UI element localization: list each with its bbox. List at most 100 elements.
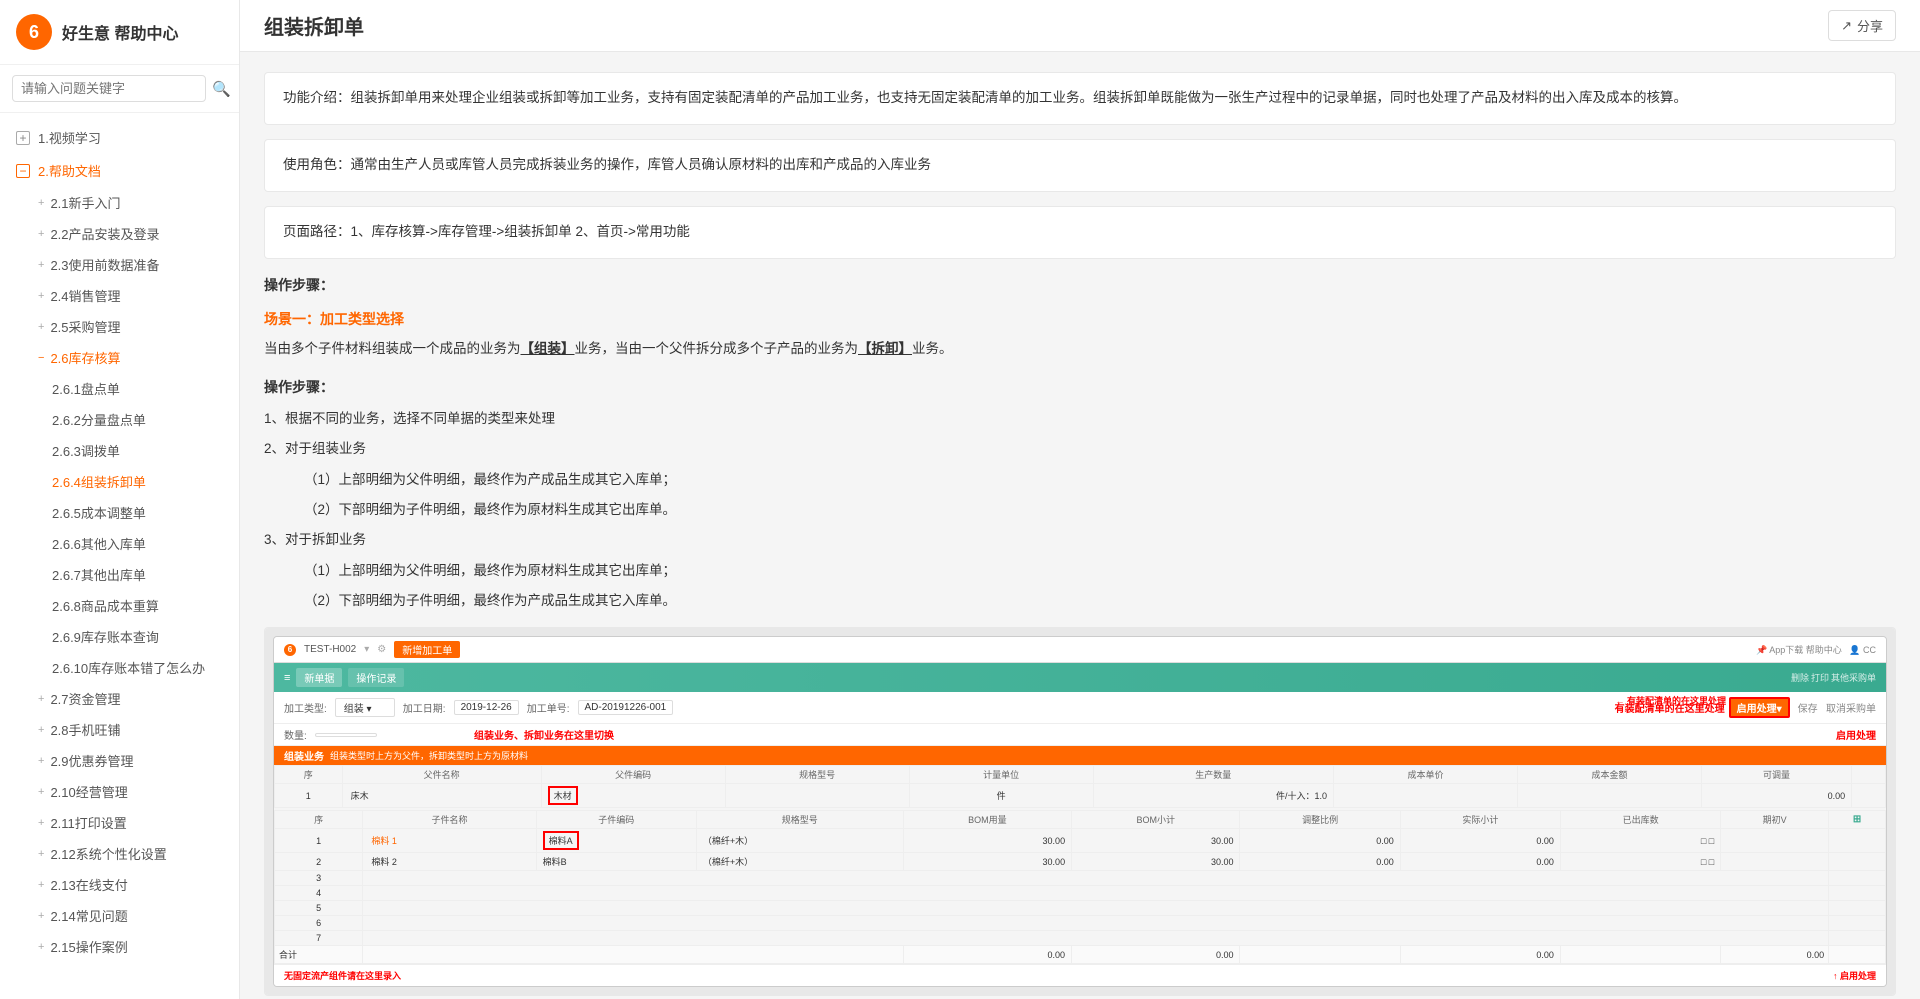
annotation1-label: ← 有装配清单的在这里处理	[1615, 694, 1726, 707]
sidebar-item-s22[interactable]: + 2.2产品安装及登录	[0, 218, 239, 249]
step2-2: （2）下部明细为子件明细，最终作为原材料生成其它出库单。	[264, 498, 1896, 522]
sidebar-item-video[interactable]: + 1.视频学习	[0, 121, 239, 154]
sidebar-item-s25[interactable]: + 2.5采购管理	[0, 311, 239, 342]
sidebar-item-docs[interactable]: − 2.帮助文档	[0, 154, 239, 187]
sidebar-leaf-268[interactable]: 2.6.8商品成本重算	[0, 590, 239, 621]
step1: 1、根据不同的业务，选择不同单据的类型来处理	[264, 407, 1896, 431]
screenshot-container: 6 TEST-H002 ▾ ⚙ 新增加工单 📌 App下载 帮助中心 👤 CC …	[264, 627, 1896, 996]
ss-no-input: AD-20191226-001	[578, 700, 674, 715]
sidebar-item-video-label: 1.视频学习	[38, 128, 101, 147]
sidebar-leaf-267[interactable]: 2.6.7其他出库单	[0, 559, 239, 590]
ss-label-type: 加工类型:	[284, 700, 327, 715]
sidebar-leaf-2610[interactable]: 2.6.10库存账本错了怎么办	[0, 652, 239, 683]
top-bar: 组装拆卸单 ↗ 分享	[240, 0, 1920, 52]
logo-text: 好生意 帮助中心	[62, 20, 178, 44]
sidebar-item-s210[interactable]: + 2.10经营管理	[0, 776, 239, 807]
sidebar-item-s214[interactable]: + 2.14常见问题	[0, 900, 239, 931]
logo-bar: 6 好生意 帮助中心	[0, 0, 239, 65]
sidebar-item-s21-label: 2.1新手入门	[50, 193, 120, 212]
sidebar-leaf-262[interactable]: 2.6.2分量盘点单	[0, 404, 239, 435]
ss-label-no: 加工单号:	[527, 700, 570, 715]
sidebar-item-s24-label: 2.4销售管理	[50, 286, 120, 305]
sidebar-item-s215-label: 2.15操作案例	[50, 937, 127, 956]
sidebar-item-s215[interactable]: + 2.15操作案例	[0, 931, 239, 962]
ss-th-avail: 可调量	[1701, 766, 1851, 784]
ss-th-parent-code: 父件编码	[541, 766, 725, 784]
ss-th-cost-price: 成本单价	[1333, 766, 1517, 784]
sidebar-item-s210-label: 2.10经营管理	[50, 782, 127, 801]
sidebar-leaf-269[interactable]: 2.6.9库存账本查询	[0, 621, 239, 652]
main-content: 组装拆卸单 ↗ 分享 功能介绍：组装拆卸单用来处理企业组装或拆卸等加工业务，支持…	[240, 0, 1920, 999]
sidebar-leaf-265[interactable]: 2.6.5成本调整单	[0, 497, 239, 528]
sidebar-item-s22-label: 2.2产品安装及登录	[50, 224, 159, 243]
scenario1-desc: 当由多个子件材料组装成一个成品的业务为【组装】业务，当由一个父件拆分成多个子产品…	[264, 337, 1896, 361]
minus-icon: −	[16, 164, 30, 178]
search-bar: 🔍	[0, 65, 239, 113]
annotation4-label: 无固定流产组件请在这里录入	[284, 969, 401, 982]
annotation3-label: ↑ 启用处理	[1833, 969, 1876, 982]
share-label: 分享	[1857, 16, 1883, 35]
sidebar-item-s212[interactable]: + 2.12系统个性化设置	[0, 838, 239, 869]
search-input[interactable]	[12, 75, 206, 102]
sidebar-leaf-264[interactable]: 2.6.4组装拆卸单	[0, 466, 239, 497]
nav-section-docs: − 2.帮助文档 + 2.1新手入门 + 2.2产品安装及登录 + 2.3使用前…	[0, 154, 239, 962]
ss-td-name: 床木	[342, 784, 541, 808]
plus-icon: +	[16, 131, 30, 145]
sidebar-item-s213-label: 2.13在线支付	[50, 875, 127, 894]
ss-th-cost-amt: 成本金额	[1517, 766, 1701, 784]
sidebar-item-s24[interactable]: + 2.4销售管理	[0, 280, 239, 311]
sidebar-leaf-263[interactable]: 2.6.3调拨单	[0, 435, 239, 466]
scenario1-heading: 场景一：加工类型选择	[264, 309, 1896, 329]
ss-tab-record: 操作记录	[348, 668, 404, 687]
sidebar-item-s28-label: 2.8手机旺铺	[50, 720, 120, 739]
steps-label: 操作步骤：	[264, 377, 1896, 397]
nav-tree: + 1.视频学习 − 2.帮助文档 + 2.1新手入门 + 2.2产品安装及登录	[0, 113, 239, 999]
ss-th-parent-name: 父件名称	[342, 766, 541, 784]
sidebar-item-s26-label: 2.6库存核算	[50, 348, 120, 367]
logo-icon: 6	[16, 14, 52, 50]
intro-box-2: 使用角色：通常由生产人员或库管人员完成拆装业务的操作，库管人员确认原材料的出库和…	[264, 139, 1896, 192]
ss-sub-code-red: 棉料A	[543, 831, 579, 850]
screenshot-inner: 6 TEST-H002 ▾ ⚙ 新增加工单 📌 App下载 帮助中心 👤 CC …	[265, 628, 1895, 995]
step3: 3、对于拆卸业务	[264, 528, 1896, 552]
sidebar-item-s23[interactable]: + 2.3使用前数据准备	[0, 249, 239, 280]
share-button[interactable]: ↗ 分享	[1828, 10, 1896, 41]
sidebar-item-s213[interactable]: + 2.13在线支付	[0, 869, 239, 900]
intro-text-2: 使用角色：通常由生产人员或库管人员完成拆装业务的操作，库管人员确认原材料的出库和…	[283, 157, 931, 172]
sidebar-item-s27[interactable]: + 2.7资金管理	[0, 683, 239, 714]
ss-new-btn: 新增加工单	[394, 641, 460, 658]
sidebar-item-s29[interactable]: + 2.9优惠券管理	[0, 745, 239, 776]
sidebar-item-s26[interactable]: − 2.6库存核算	[0, 342, 239, 373]
ss-expand-icon: ⊞	[1853, 814, 1861, 825]
sidebar-item-s214-label: 2.14常见问题	[50, 906, 127, 925]
sidebar-item-s212-label: 2.12系统个性化设置	[50, 844, 166, 863]
ss-qty-label: 数量:	[284, 727, 307, 742]
step2: 2、对于组装业务	[264, 437, 1896, 461]
steps-heading: 操作步骤：	[264, 275, 1896, 295]
ss-th-qty: 生产数量	[1093, 766, 1333, 784]
sidebar-item-s21[interactable]: + 2.1新手入门	[0, 187, 239, 218]
search-icon[interactable]: 🔍	[212, 80, 231, 98]
sidebar-leaf-266[interactable]: 2.6.6其他入库单	[0, 528, 239, 559]
step3-2: （2）下部明细为子件明细，最终作为产成品生成其它入库单。	[264, 589, 1896, 613]
ss-th-spec: 规格型号	[725, 766, 909, 784]
ss-th-seq: 序	[275, 766, 343, 784]
ss-section-parent-label: 组装业务	[284, 748, 324, 763]
sidebar-item-docs-label: 2.帮助文档	[38, 161, 101, 180]
ss-extra-btns: 保存 取消采购单	[1798, 700, 1876, 715]
nav-section-video: + 1.视频学习	[0, 121, 239, 154]
sidebar-item-s27-label: 2.7资金管理	[50, 689, 120, 708]
page-title: 组装拆卸单	[264, 11, 364, 40]
nav-sub-docs: + 2.1新手入门 + 2.2产品安装及登录 + 2.3使用前数据准备 + 2.…	[0, 187, 239, 962]
sidebar-item-s28[interactable]: + 2.8手机旺铺	[0, 714, 239, 745]
sidebar-item-s211[interactable]: + 2.11打印设置	[0, 807, 239, 838]
content-area: 功能介绍：组装拆卸单用来处理企业组装或拆卸等加工业务，支持有固定装配清单的产品加…	[240, 52, 1920, 999]
step3-1: （1）上部明细为父件明细，最终作为原材料生成其它出库单；	[264, 559, 1896, 583]
sidebar-item-s29-label: 2.9优惠券管理	[50, 751, 133, 770]
intro-box-1: 功能介绍：组装拆卸单用来处理企业组装或拆卸等加工业务，支持有固定装配清单的产品加…	[264, 72, 1896, 125]
ss-qty-input	[315, 733, 377, 737]
ss-topbar-id: TEST-H002	[304, 644, 356, 655]
sidebar-leaf-261[interactable]: 2.6.1盘点单	[0, 373, 239, 404]
annotation2: 组装业务、拆卸业务在这里切换	[474, 727, 614, 742]
sidebar-item-s211-label: 2.11打印设置	[50, 813, 126, 832]
